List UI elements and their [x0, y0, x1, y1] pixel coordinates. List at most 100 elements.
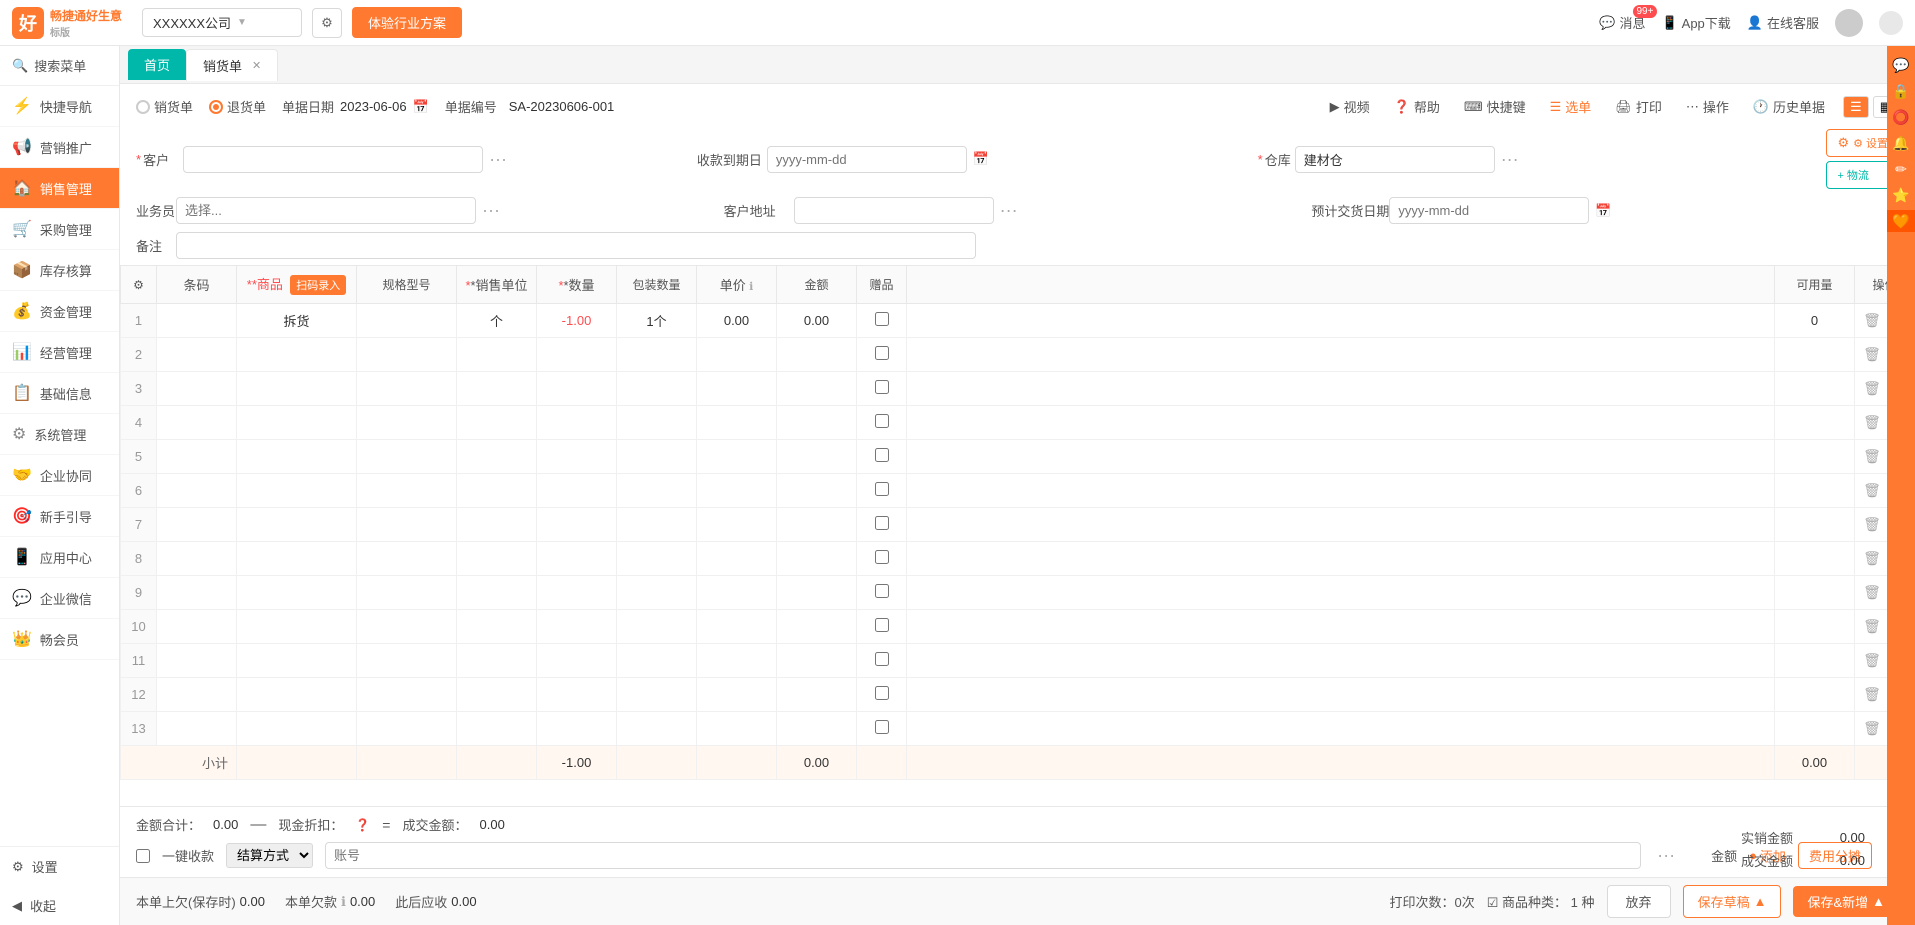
row-product[interactable] — [237, 406, 357, 440]
row-barcode[interactable] — [157, 338, 237, 372]
settlement-account-input[interactable] — [325, 842, 1641, 869]
warehouse-input[interactable] — [1295, 146, 1495, 173]
row-barcode[interactable] — [157, 678, 237, 712]
trial-button[interactable]: 体验行业方案 — [352, 7, 462, 38]
row-price[interactable] — [697, 644, 777, 678]
row-pkg[interactable] — [617, 610, 697, 644]
row-barcode[interactable] — [157, 712, 237, 746]
row-price[interactable] — [697, 542, 777, 576]
row-gift[interactable] — [857, 304, 907, 338]
row-barcode[interactable] — [157, 644, 237, 678]
history-btn[interactable]: 🕐 历史单据 — [1747, 94, 1831, 119]
price-info-icon[interactable]: ℹ — [749, 281, 753, 293]
save-draft-btn[interactable]: 保存草稿 ▲ — [1683, 885, 1782, 918]
row-gift[interactable] — [857, 542, 907, 576]
settlement-method-select[interactable]: 结算方式 — [226, 843, 313, 868]
row-amount[interactable] — [777, 576, 857, 610]
row-amount[interactable] — [777, 338, 857, 372]
row-barcode[interactable] — [157, 508, 237, 542]
print-btn[interactable]: 🖨 打印 — [1609, 94, 1668, 119]
row-pkg[interactable] — [617, 712, 697, 746]
row-unit[interactable] — [457, 406, 537, 440]
row-qty[interactable] — [537, 440, 617, 474]
row-pkg[interactable] — [617, 338, 697, 372]
row-delete-icon[interactable]: 🗑 — [1863, 686, 1881, 702]
row-amount[interactable] — [777, 474, 857, 508]
row-spec[interactable] — [357, 474, 457, 508]
row-qty[interactable] — [537, 542, 617, 576]
row-amount[interactable]: 0.00 — [777, 304, 857, 338]
sidebar-item-basic[interactable]: 📋 基础信息 — [0, 373, 119, 414]
sidebar-search[interactable]: 🔍 搜索菜单 — [0, 46, 119, 86]
row-delete-icon[interactable]: 🗑 — [1863, 448, 1881, 464]
expected-date-calendar-icon[interactable]: 📅 — [1595, 203, 1611, 219]
row-delete-icon[interactable]: 🗑 — [1863, 380, 1881, 396]
row-delete-icon[interactable]: 🗑 — [1863, 720, 1881, 736]
customer-dots[interactable]: ··· — [489, 149, 507, 170]
messages-button[interactable]: 💬 消息 99+ — [1599, 13, 1645, 32]
scan-barcode-btn[interactable]: 扫码录入 — [290, 275, 346, 295]
row-unit[interactable] — [457, 610, 537, 644]
row-price[interactable] — [697, 474, 777, 508]
sidebar-item-quick-nav[interactable]: ⚡ 快捷导航 — [0, 86, 119, 127]
warehouse-dots[interactable]: ··· — [1501, 149, 1519, 170]
row-pkg[interactable] — [617, 474, 697, 508]
row-product[interactable] — [237, 542, 357, 576]
calendar-icon[interactable]: 📅 — [413, 99, 429, 115]
row-unit[interactable] — [457, 508, 537, 542]
row-pkg[interactable] — [617, 644, 697, 678]
sidebar-item-enterprise[interactable]: 🤝 企业协同 — [0, 455, 119, 496]
row-delete-icon[interactable]: 🗑 — [1863, 584, 1881, 600]
row-price[interactable] — [697, 338, 777, 372]
row-spec[interactable] — [357, 440, 457, 474]
row-spec[interactable] — [357, 644, 457, 678]
row-amount[interactable] — [777, 610, 857, 644]
row-unit[interactable] — [457, 474, 537, 508]
row-qty[interactable] — [537, 474, 617, 508]
row-unit[interactable] — [457, 542, 537, 576]
total-owed-info-icon[interactable]: ℹ — [341, 894, 346, 910]
row-spec[interactable] — [357, 508, 457, 542]
row-product[interactable]: 拆货 — [237, 304, 357, 338]
row-qty[interactable] — [537, 644, 617, 678]
sidebar-collapse-button[interactable]: ◀ 收起 — [0, 886, 119, 925]
salesperson-input[interactable] — [176, 197, 476, 224]
sidebar-item-purchase[interactable]: 🛒 采购管理 — [0, 209, 119, 250]
row-delete-icon[interactable]: 🗑 — [1863, 346, 1881, 362]
sidebar-item-finance[interactable]: 💰 资金管理 — [0, 291, 119, 332]
row-qty[interactable] — [537, 678, 617, 712]
row-price[interactable] — [697, 610, 777, 644]
row-pkg[interactable] — [617, 372, 697, 406]
row-unit[interactable] — [457, 678, 537, 712]
row-unit[interactable] — [457, 644, 537, 678]
row-pkg[interactable] — [617, 576, 697, 610]
row-barcode[interactable] — [157, 474, 237, 508]
row-spec[interactable] — [357, 678, 457, 712]
row-delete-icon[interactable]: 🗑 — [1863, 312, 1881, 328]
row-qty[interactable] — [537, 610, 617, 644]
expected-date-input[interactable] — [1389, 197, 1589, 224]
row-amount[interactable] — [777, 678, 857, 712]
row-qty[interactable] — [537, 508, 617, 542]
row-pkg[interactable] — [617, 678, 697, 712]
row-delete-icon[interactable]: 🗑 — [1863, 652, 1881, 668]
operations-btn[interactable]: ⋯ 操作 — [1680, 94, 1735, 119]
customer-address-input[interactable] — [794, 197, 994, 224]
tab-sales-order[interactable]: 销货单 ✕ — [186, 49, 278, 81]
table-scroll[interactable]: ⚙ 条码 **商品 扫码录入 规格型号 **销售单位 — [120, 265, 1915, 806]
address-dots[interactable]: ··· — [1000, 200, 1018, 221]
grid-view-btn[interactable]: ☰ — [1843, 96, 1869, 118]
row-barcode[interactable] — [157, 304, 237, 338]
tab-close-icon[interactable]: ✕ — [252, 59, 261, 72]
row-unit[interactable]: 个 — [457, 304, 537, 338]
row-product[interactable] — [237, 440, 357, 474]
row-amount[interactable] — [777, 542, 857, 576]
row-gift[interactable] — [857, 474, 907, 508]
app-download-button[interactable]: 📱 App下载 — [1661, 13, 1730, 32]
company-selector[interactable]: XXXXXX公司 ▼ — [142, 8, 302, 37]
sidebar-item-operation[interactable]: 📊 经营管理 — [0, 332, 119, 373]
account-dots[interactable]: ··· — [1657, 845, 1675, 866]
row-price[interactable] — [697, 678, 777, 712]
sidebar-item-sales[interactable]: 🏠 销售管理 — [0, 168, 119, 209]
strip-chat-icon[interactable]: 💬 — [1890, 54, 1912, 76]
